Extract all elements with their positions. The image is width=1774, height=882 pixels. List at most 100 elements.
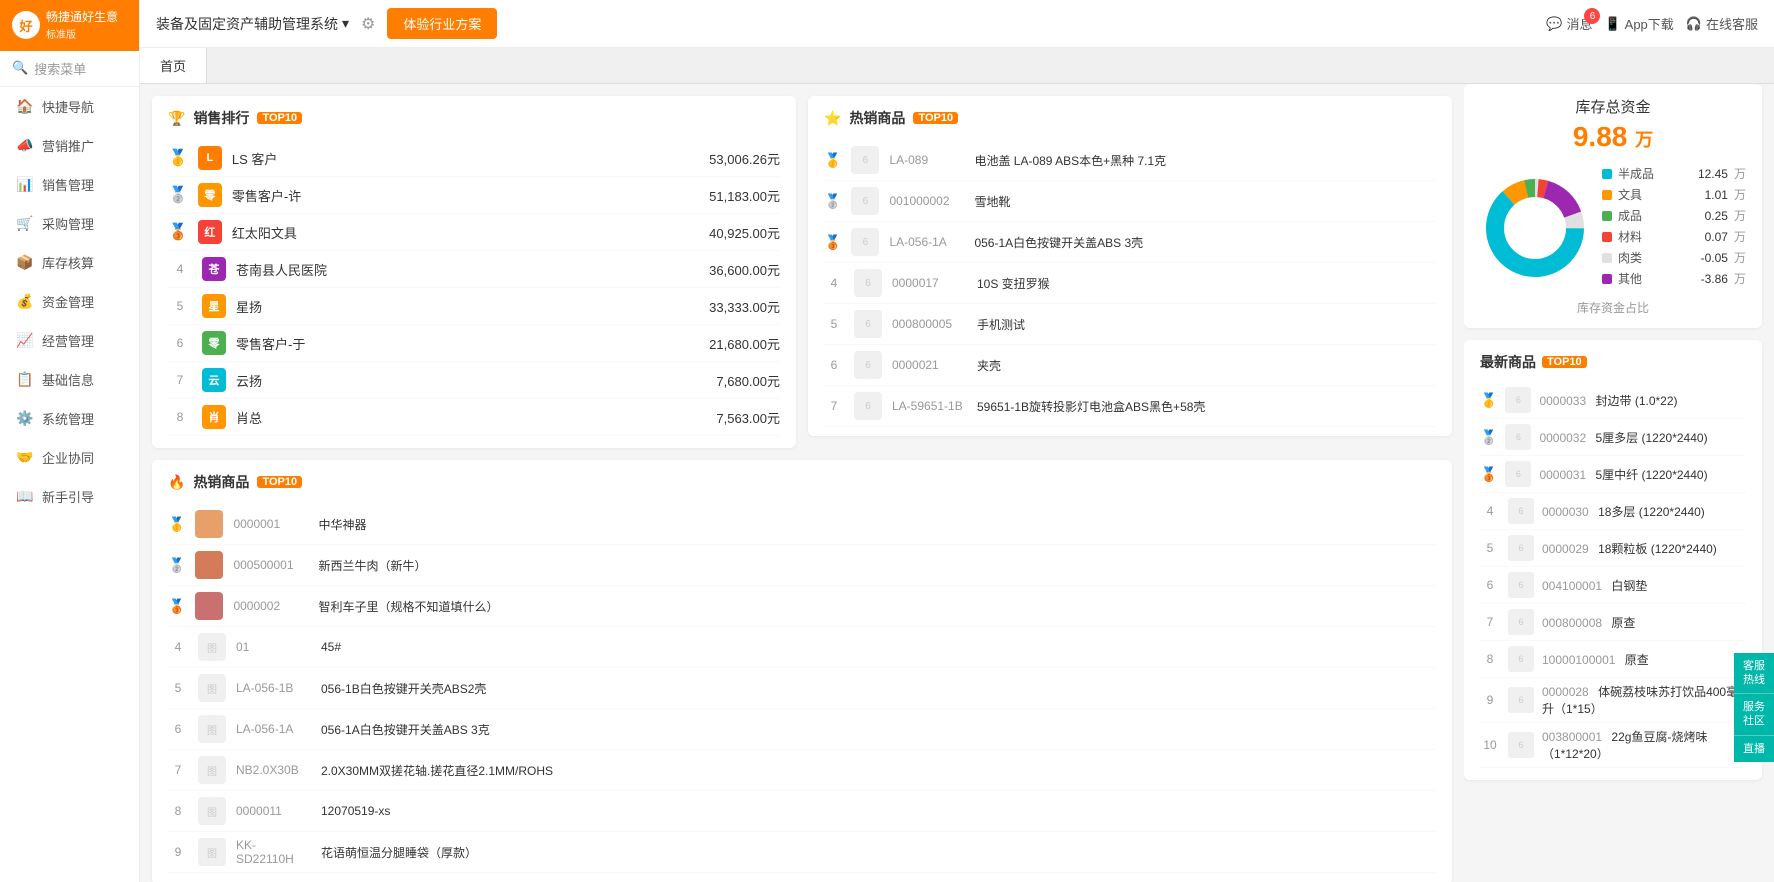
legend-unit: 万 bbox=[1734, 207, 1746, 224]
product-icon: 图 bbox=[198, 838, 226, 866]
legend-dot bbox=[1602, 232, 1612, 242]
rank-avatar: 星 bbox=[202, 294, 226, 318]
product-code: LA-056-1B bbox=[236, 681, 311, 695]
product-rank: 6 bbox=[824, 358, 844, 372]
trophy-icon: 🏆 bbox=[168, 110, 185, 127]
legend-unit: 万 bbox=[1734, 270, 1746, 287]
tab-home[interactable]: 首页 bbox=[140, 48, 207, 83]
rp-product-icon: 6 bbox=[1505, 461, 1531, 487]
rp-product-code: 0000031 bbox=[1539, 468, 1586, 482]
float-button[interactable]: 服务社区 bbox=[1734, 694, 1774, 736]
sidebar-item[interactable]: 📊销售管理 bbox=[0, 165, 139, 204]
rank-name: LS 客户 bbox=[232, 149, 699, 168]
sidebar-item[interactable]: 📖新手引导 bbox=[0, 477, 139, 516]
rank-row: 6 零 零售客户-于 21,680.00元 bbox=[168, 325, 780, 362]
sidebar-item[interactable]: 📦库存核算 bbox=[0, 243, 139, 282]
sidebar: 好 畅捷通好生意 标准版 🔍 搜索菜单 🏠快捷导航📣营销推广📊销售管理🛒采购管理… bbox=[0, 0, 140, 882]
nav-label: 采购管理 bbox=[42, 214, 94, 233]
content-area: 🏆 销售排行 TOP10 🥇 L LS 客户 53,006.26元 🥈 零 零售… bbox=[140, 84, 1774, 882]
product-code: 0000017 bbox=[892, 276, 967, 290]
rp-rank: 7 bbox=[1480, 615, 1500, 629]
sidebar-item[interactable]: ⚙️系统管理 bbox=[0, 399, 139, 438]
rank-row: 7 云 云扬 7,680.00元 bbox=[168, 362, 780, 399]
legend-label: 半成品 bbox=[1618, 165, 1692, 182]
rank-number: 7 bbox=[168, 373, 192, 387]
legend-item: 文具 1.01 万 bbox=[1602, 186, 1746, 203]
product-row: 🥈 6 001000002 雪地靴 bbox=[824, 181, 1436, 222]
rp-rank: 8 bbox=[1480, 652, 1500, 666]
hot-product-row: 4 图 01 45# bbox=[168, 627, 1436, 668]
nav-label: 新手引导 bbox=[42, 487, 94, 506]
new-product-row: 10 6 003800001 22g鱼豆腐-烧烤味（1*12*20） bbox=[1480, 723, 1746, 768]
product-rank: 7 bbox=[168, 763, 188, 777]
hot-product-row: 7 图 NB2.0X30B 2.0X30MM双搓花轴.搓花直径2.1MM/ROH… bbox=[168, 750, 1436, 791]
product-row: 5 6 000800005 手机测试 bbox=[824, 304, 1436, 345]
new-product-row: 8 6 10000100001 原查 bbox=[1480, 641, 1746, 678]
float-button[interactable]: 客服热线 bbox=[1734, 653, 1774, 695]
float-button[interactable]: 直播 bbox=[1734, 736, 1774, 762]
hot-product-badge: TOP10 bbox=[257, 476, 302, 488]
rank-row: 🥈 零 零售客户-许 51,183.00元 bbox=[168, 177, 780, 214]
rank-avatar: 云 bbox=[202, 368, 226, 392]
medal-gold: 🥇 bbox=[824, 152, 841, 169]
rank-avatar: 红 bbox=[198, 220, 222, 244]
product-rank: 4 bbox=[168, 640, 188, 654]
trial-button[interactable]: 体验行业方案 bbox=[387, 8, 497, 39]
new-product-row: 5 6 0000029 18颗粒板 (1220*2440) bbox=[1480, 530, 1746, 567]
product-name: 电池盖 LA-089 ABS本色+黑种 7.1克 bbox=[974, 152, 1436, 169]
sidebar-item[interactable]: 📣营销推广 bbox=[0, 126, 139, 165]
rank-amount: 21,680.00元 bbox=[709, 334, 780, 353]
app-download-button[interactable]: 📱 App下载 bbox=[1604, 14, 1673, 33]
rank-avatar: 肖 bbox=[202, 405, 226, 429]
sidebar-item[interactable]: 🏠快捷导航 bbox=[0, 87, 139, 126]
dropdown-icon: ▾ bbox=[342, 15, 349, 32]
legend-dot bbox=[1602, 274, 1612, 284]
message-button[interactable]: 💬 消息 6 bbox=[1546, 14, 1592, 33]
new-product-title: 最新商品 TOP10 bbox=[1480, 352, 1746, 372]
rp-product-name: 封边带 (1.0*22) bbox=[1596, 394, 1678, 408]
hot-product-row: 6 图 LA-056-1A 056-1A白色按键开关盖ABS 3克 bbox=[168, 709, 1436, 750]
legend-item: 其他 -3.86 万 bbox=[1602, 270, 1746, 287]
rp-product-icon: 6 bbox=[1508, 646, 1534, 672]
sales-rank-badge: TOP10 bbox=[257, 112, 302, 124]
product-icon: 6 bbox=[851, 146, 879, 174]
sidebar-item[interactable]: 📋基础信息 bbox=[0, 360, 139, 399]
sidebar-item[interactable]: 💰资金管理 bbox=[0, 282, 139, 321]
system-title: 装备及固定资产辅助管理系统 bbox=[156, 14, 338, 34]
new-product-row: 🥉 6 0000031 5厘中纤 (1220*2440) bbox=[1480, 456, 1746, 493]
rank-row: 🥉 红 红太阳文具 40,925.00元 bbox=[168, 214, 780, 251]
product-name: 花语萌恒温分腿睡袋（厚款） bbox=[321, 844, 1436, 861]
sidebar-item[interactable]: 🤝企业协同 bbox=[0, 438, 139, 477]
sales-rank-card: 🏆 销售排行 TOP10 🥇 L LS 客户 53,006.26元 🥈 零 零售… bbox=[152, 96, 796, 448]
nav-icon: 📣 bbox=[16, 136, 34, 154]
legend-dot bbox=[1602, 211, 1612, 221]
legend-label: 文具 bbox=[1618, 186, 1699, 203]
system-selector[interactable]: 装备及固定资产辅助管理系统 ▾ bbox=[156, 14, 349, 34]
sidebar-item[interactable]: 🛒采购管理 bbox=[0, 204, 139, 243]
rank-amount: 7,563.00元 bbox=[716, 408, 780, 427]
product-row: 4 6 0000017 10S 变扭罗猴 bbox=[824, 263, 1436, 304]
product-code: LA-089 bbox=[889, 153, 964, 167]
product-row: 🥇 6 LA-089 电池盖 LA-089 ABS本色+黑种 7.1克 bbox=[824, 140, 1436, 181]
online-service-button[interactable]: 🎧 在线客服 bbox=[1686, 14, 1758, 33]
right-panel: 库存总资金 9.88 万 bbox=[1464, 84, 1774, 882]
rank-avatar: 零 bbox=[198, 183, 222, 207]
legend-value: -3.86 bbox=[1701, 272, 1728, 286]
rp-product-code: 0000029 bbox=[1542, 542, 1589, 556]
rp-rank: 6 bbox=[1480, 578, 1500, 592]
logo-icon: 好 bbox=[12, 11, 40, 39]
legend-item: 成品 0.25 万 bbox=[1602, 207, 1746, 224]
settings-icon[interactable]: ⚙ bbox=[361, 14, 375, 34]
product-row: 6 6 0000021 夹壳 bbox=[824, 345, 1436, 386]
new-product-row: 6 6 004100001 白钢垫 bbox=[1480, 567, 1746, 604]
sidebar-search[interactable]: 🔍 搜索菜单 bbox=[0, 51, 139, 87]
medal-bronze: 🥉 bbox=[824, 234, 841, 251]
product-name: 智利车子里（规格不知道填什么） bbox=[318, 598, 1436, 615]
sidebar-item[interactable]: 📈经营管理 bbox=[0, 321, 139, 360]
rp-product-code: 0000033 bbox=[1539, 394, 1586, 408]
legend-label: 肉类 bbox=[1618, 249, 1695, 266]
product-icon: 图 bbox=[198, 715, 226, 743]
sales-rank-table: 🥇 L LS 客户 53,006.26元 🥈 零 零售客户-许 51,183.0… bbox=[168, 140, 780, 436]
rank-avatar: L bbox=[198, 146, 222, 170]
rp-rank: 10 bbox=[1480, 738, 1500, 752]
